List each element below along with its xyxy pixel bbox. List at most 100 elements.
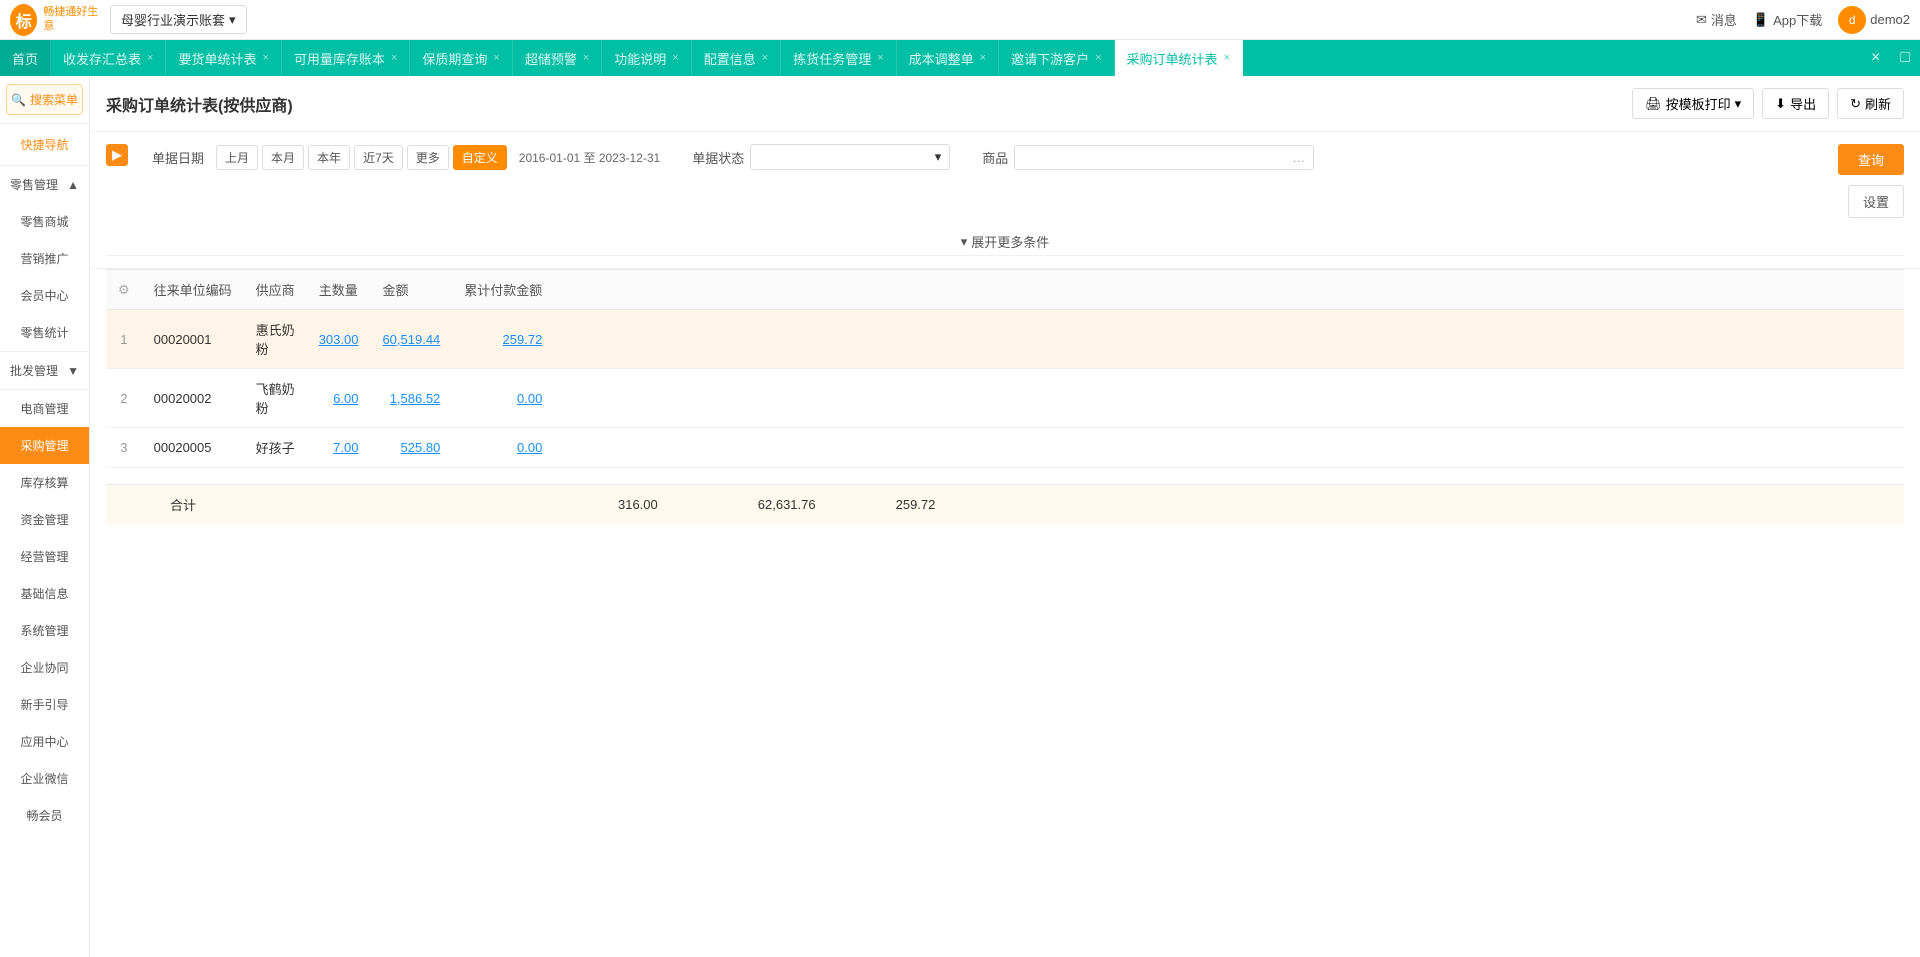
tab-home-label: 首页 <box>12 49 38 68</box>
sidebar-item-ecommerce[interactable]: 电商管理 <box>0 390 89 427</box>
row-quantity-2: 6.00 <box>307 369 371 428</box>
query-button[interactable]: 查询 <box>1838 144 1904 175</box>
sidebar-item-wechat[interactable]: 企业微信 <box>0 760 89 797</box>
tab-shoufacun-close[interactable]: × <box>147 52 153 64</box>
expand-more-btn[interactable]: ▾ 展开更多条件 <box>961 232 1050 251</box>
top-right: ✉ 消息 📱 App下载 d demo2 <box>1696 6 1910 34</box>
table-row: 1 00020001 惠氏奶粉 303.00 60,519.44 259.72 <box>106 310 1904 369</box>
date-btn-this-year[interactable]: 本年 <box>308 145 350 170</box>
appcenter-label: 应用中心 <box>20 733 68 750</box>
sidebar-item-retail-stat[interactable]: 零售统计 <box>0 314 89 351</box>
col-settings[interactable]: ⚙ <box>106 270 142 310</box>
top-bar: 标 畅捷通好生意 母婴行业演示账套 ▾ ✉ 消息 📱 App下载 d demo2 <box>0 0 1920 40</box>
tab-baozhi-label: 保质期查询 <box>422 49 487 68</box>
tab-yaoqing-label: 邀请下游客户 <box>1011 49 1089 68</box>
finance-label: 资金管理 <box>20 511 68 528</box>
basic-label: 基础信息 <box>20 585 68 602</box>
row-amount-2: 1,586.52 <box>370 369 452 428</box>
row-supplier-1: 惠氏奶粉 <box>244 310 307 369</box>
sidebar-item-marketing[interactable]: 营销推广 <box>0 240 89 277</box>
table-body: 1 00020001 惠氏奶粉 303.00 60,519.44 259.72 … <box>106 310 1904 468</box>
nav-maximize-btn[interactable]: □ <box>1890 49 1920 67</box>
footer-label: 合计 <box>118 495 378 514</box>
print-button[interactable]: 🖨 按模板打印 ▾ <box>1632 88 1754 119</box>
refresh-button[interactable]: ↻ 刷新 <box>1837 88 1904 119</box>
export-icon: ⬇ <box>1775 96 1786 112</box>
date-btn-more[interactable]: 更多 <box>407 145 449 170</box>
sidebar-item-operation[interactable]: 经营管理 <box>0 538 89 575</box>
tab-jianhuo-close[interactable]: × <box>877 52 883 64</box>
row-quantity-1: 303.00 <box>307 310 371 369</box>
tab-baozhi-close[interactable]: × <box>493 52 499 64</box>
filter-expand-arrow[interactable]: ▶ <box>106 144 128 166</box>
tab-peizhi[interactable]: 配置信息 × <box>692 40 781 76</box>
tab-shoufacun[interactable]: 收发存汇总表 × <box>51 40 166 76</box>
sidebar-item-quicknav[interactable]: 快捷导航 <box>0 128 89 161</box>
sidebar-item-member[interactable]: 会员中心 <box>0 277 89 314</box>
tab-caigou-active[interactable]: 采购订单统计表 × <box>1115 40 1243 76</box>
goods-more-icon: … <box>1292 150 1305 165</box>
sidebar-item-vip[interactable]: 畅会员 <box>0 797 89 834</box>
purchase-label: 采购管理 <box>20 437 68 454</box>
tab-caigou-close[interactable]: × <box>1224 52 1230 64</box>
date-btn-custom[interactable]: 自定义 <box>453 145 507 170</box>
nav-tabs: 首页 收发存汇总表 × 要货单统计表 × 可用量库存账本 × 保质期查询 × 超… <box>0 40 1920 76</box>
status-select[interactable]: ▾ <box>750 144 950 170</box>
page-header-actions: 🖨 按模板打印 ▾ ⬇ 导出 ↻ 刷新 <box>1632 88 1904 119</box>
sidebar-item-collab[interactable]: 企业协同 <box>0 649 89 686</box>
row-code-3: 00020005 <box>142 428 244 468</box>
sidebar-item-basic[interactable]: 基础信息 <box>0 575 89 612</box>
tab-chengben[interactable]: 成本调整单 × <box>897 40 999 76</box>
tab-kuyong-close[interactable]: × <box>391 52 397 64</box>
tab-jianhuo[interactable]: 拣货任务管理 × <box>781 40 896 76</box>
tab-chaochu-close[interactable]: × <box>583 52 589 64</box>
sidebar-item-finance[interactable]: 资金管理 <box>0 501 89 538</box>
workspace-selector[interactable]: 母婴行业演示账套 ▾ <box>110 5 247 34</box>
table-header-row: ⚙ 往来单位编码 供应商 主数量 金额 累计付款金额 <box>106 270 1904 310</box>
message-btn[interactable]: ✉ 消息 <box>1696 10 1737 29</box>
nav-tab-actions: × □ <box>1861 49 1920 67</box>
tab-peizhi-close[interactable]: × <box>762 52 768 64</box>
sidebar-item-retail[interactable]: 零售管理 ▲ <box>0 166 89 203</box>
tab-yaoqing-close[interactable]: × <box>1095 52 1101 64</box>
col-paid: 累计付款金额 <box>452 270 554 310</box>
nav-close-btn[interactable]: × <box>1861 49 1890 67</box>
tab-yaohuo[interactable]: 要货单统计表 × <box>166 40 281 76</box>
mall-label: 零售商城 <box>20 213 68 230</box>
sidebar-item-inventory[interactable]: 库存核算 <box>0 464 89 501</box>
sidebar-item-system[interactable]: 系统管理 <box>0 612 89 649</box>
col-amount: 金额 <box>370 270 452 310</box>
sidebar-item-guide[interactable]: 新手引导 <box>0 686 89 723</box>
date-btn-7days[interactable]: 近7天 <box>354 145 403 170</box>
collab-label: 企业协同 <box>20 659 68 676</box>
vip-label: 畅会员 <box>26 807 62 824</box>
tab-yaohuo-close[interactable]: × <box>262 52 268 64</box>
tab-gongneng-close[interactable]: × <box>672 52 678 64</box>
tab-yaoqing[interactable]: 邀请下游客户 × <box>999 40 1114 76</box>
expand-more-label: 展开更多条件 <box>971 232 1049 251</box>
sidebar-item-wholesale[interactable]: 批发管理 ▼ <box>0 352 89 389</box>
tab-chaochu[interactable]: 超储预警 × <box>513 40 602 76</box>
status-filter-group: 单据状态 ▾ <box>692 144 950 170</box>
tab-jianhuo-label: 拣货任务管理 <box>793 49 871 68</box>
sidebar-item-appcenter[interactable]: 应用中心 <box>0 723 89 760</box>
avatar: d <box>1838 6 1866 34</box>
sidebar-item-purchase[interactable]: 采购管理 <box>0 427 89 464</box>
app-download-btn[interactable]: 📱 App下载 <box>1753 10 1822 29</box>
tab-home[interactable]: 首页 <box>0 40 51 76</box>
tab-gongneng[interactable]: 功能说明 × <box>602 40 691 76</box>
page-title: 采购订单统计表(按供应商) <box>106 92 293 116</box>
user-area[interactable]: d demo2 <box>1838 6 1910 34</box>
export-button[interactable]: ⬇ 导出 <box>1762 88 1829 119</box>
tab-baozhi[interactable]: 保质期查询 × <box>410 40 512 76</box>
settings-button[interactable]: 设置 <box>1848 185 1904 218</box>
search-menu-btn[interactable]: 🔍 搜索菜单 <box>6 84 83 115</box>
tab-kuyong[interactable]: 可用量库存账本 × <box>282 40 410 76</box>
date-btn-this-month[interactable]: 本月 <box>262 145 304 170</box>
sidebar-item-mall[interactable]: 零售商城 <box>0 203 89 240</box>
retail-label: 零售管理 <box>10 176 58 193</box>
date-btn-last-month[interactable]: 上月 <box>216 145 258 170</box>
ecommerce-label: 电商管理 <box>20 400 68 417</box>
goods-input[interactable]: … <box>1014 145 1314 170</box>
tab-chengben-close[interactable]: × <box>980 52 986 64</box>
